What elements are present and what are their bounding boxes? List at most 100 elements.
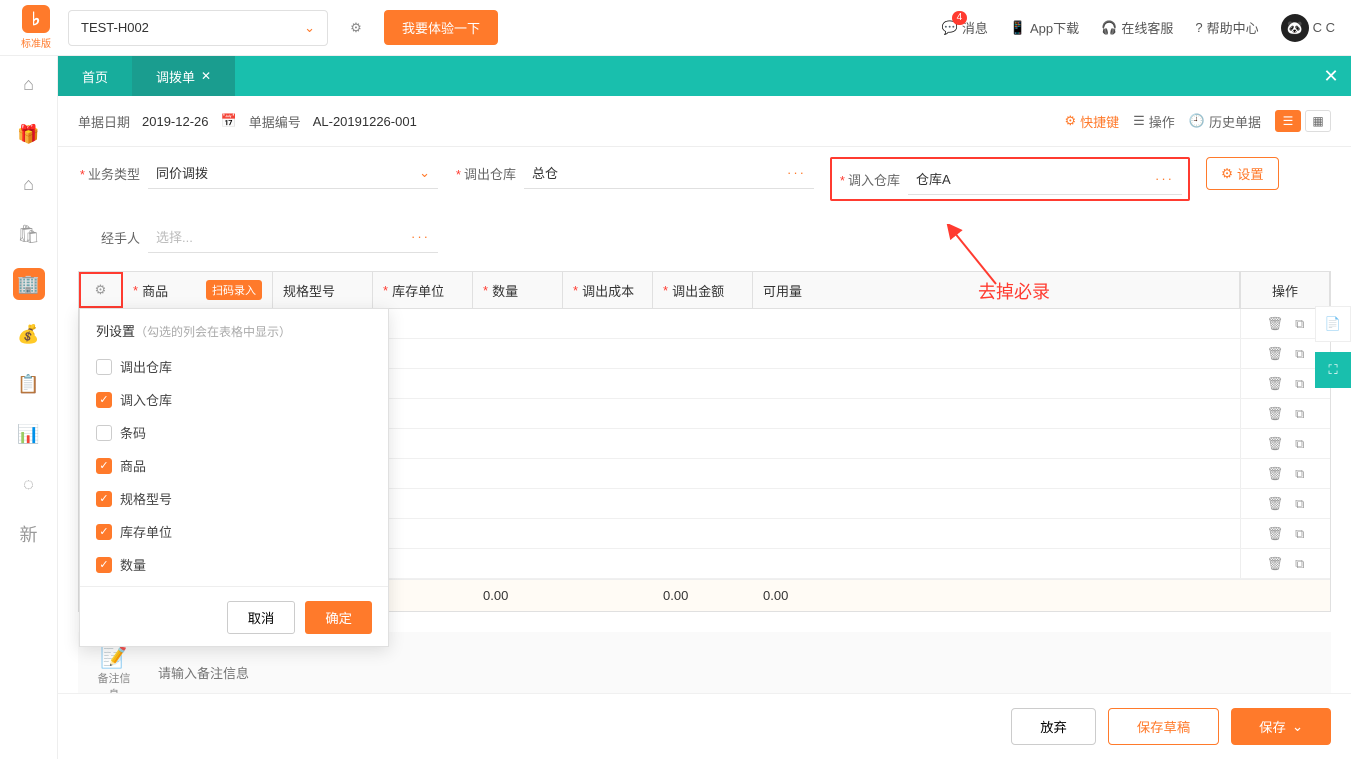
column-settings-popover: 列设置（勾选的列会在表格中显示） 调出仓库✓调入仓库条码✓商品✓规格型号✓库存单… xyxy=(79,308,389,647)
view-list-icon[interactable]: ☰ xyxy=(1275,110,1301,132)
note-icon: 📝 xyxy=(94,644,134,670)
tenant-select[interactable]: TEST-H002 ⌄ xyxy=(68,10,328,46)
sidebar-finance-icon[interactable]: 💰 xyxy=(13,318,45,350)
form-row-1: 业务类型 同价调拨 ⌄ 调出仓库 总仓 ··· 调入仓库 仓库A ··· xyxy=(58,147,1351,211)
help-center[interactable]: ? 帮助中心 xyxy=(1195,18,1258,37)
sidebar-bag-icon[interactable]: 🛍 xyxy=(13,218,45,250)
delete-icon[interactable]: 🗑 xyxy=(1267,346,1284,362)
sidebar-clipboard-icon[interactable]: 📋 xyxy=(13,368,45,400)
field-settings-button[interactable]: ⚙设置 xyxy=(1206,157,1279,190)
delete-icon[interactable]: 🗑 xyxy=(1267,406,1284,422)
form-row-2: 经手人 选择... ··· xyxy=(58,211,1351,263)
copy-icon[interactable]: ⧉ xyxy=(1295,526,1304,542)
history-button[interactable]: 🕘历史单据 xyxy=(1189,112,1261,131)
copy-icon[interactable]: ⧉ xyxy=(1295,406,1304,422)
column-option[interactable]: ✓库存单位 xyxy=(96,515,372,548)
popover-ok-button[interactable]: 确定 xyxy=(305,601,372,634)
column-option[interactable]: ✓规格型号 xyxy=(96,482,372,515)
copy-icon[interactable]: ⧉ xyxy=(1295,436,1304,452)
column-option[interactable]: 条码 xyxy=(96,416,372,449)
copy-icon[interactable]: ⧉ xyxy=(1295,376,1304,392)
sidebar-home-icon[interactable]: ⌂ xyxy=(13,68,45,100)
col-out-cost: *调出成本 xyxy=(563,272,653,308)
column-settings-button[interactable]: ⚙ xyxy=(79,272,123,308)
tab-transfer[interactable]: 调拨单 ✕ xyxy=(132,56,235,96)
tenant-name: TEST-H002 xyxy=(81,20,149,35)
sidebar-shop-icon[interactable]: ⌂ xyxy=(13,168,45,200)
help-icon: ? xyxy=(1195,20,1202,35)
total-qty: 0.00 xyxy=(473,580,563,611)
col-unit: *库存单位 xyxy=(373,272,473,308)
delete-icon[interactable]: 🗑 xyxy=(1267,376,1284,392)
sidebar-gift-icon[interactable]: 🎁 xyxy=(13,118,45,150)
avatar: 🐼 xyxy=(1281,14,1309,42)
handler-select[interactable]: 选择... ··· xyxy=(148,221,438,253)
total-amount: 0.00 xyxy=(653,580,753,611)
popover-cancel-button[interactable]: 取消 xyxy=(227,601,296,634)
checkbox-icon: ✓ xyxy=(96,491,112,507)
gear-icon: ⚙ xyxy=(1221,166,1233,182)
delete-icon[interactable]: 🗑 xyxy=(1267,436,1284,452)
in-warehouse-select[interactable]: 仓库A ··· xyxy=(908,163,1182,195)
more-icon[interactable]: ··· xyxy=(411,229,430,244)
checkbox-icon xyxy=(96,359,112,375)
remark-input[interactable] xyxy=(150,658,1315,689)
logo: ♭ 标准版 xyxy=(16,5,56,50)
footer-actions: 放弃 保存草稿 保存⌄ xyxy=(58,693,1351,759)
copy-icon[interactable]: ⧉ xyxy=(1295,496,1304,512)
tab-close-icon[interactable]: ✕ xyxy=(201,69,211,83)
delete-icon[interactable]: 🗑 xyxy=(1267,526,1284,542)
messages-button[interactable]: 💬 消息 4 xyxy=(942,18,988,37)
app-download[interactable]: 📱 App下载 xyxy=(1010,18,1079,37)
calendar-icon[interactable]: 📅 xyxy=(221,113,237,129)
col-spec: 规格型号 xyxy=(273,272,373,308)
doc-actions: ⚙快捷键 ☰操作 🕘历史单据 ☰ ▦ xyxy=(1064,110,1331,132)
more-icon[interactable]: ··· xyxy=(787,165,806,180)
delete-icon[interactable]: 🗑 xyxy=(1267,496,1284,512)
sidebar-report-icon[interactable]: 📊 xyxy=(13,418,45,450)
delete-icon[interactable]: 🗑 xyxy=(1267,466,1284,482)
column-option[interactable]: ✓数量 xyxy=(96,548,372,580)
delete-icon[interactable]: 🗑 xyxy=(1267,556,1284,572)
side-note-icon[interactable]: 📄 xyxy=(1315,306,1351,342)
total-available: 0.00 xyxy=(753,580,1240,611)
column-option[interactable]: ✓调入仓库 xyxy=(96,383,372,416)
copy-icon[interactable]: ⧉ xyxy=(1295,346,1304,362)
scan-badge[interactable]: 扫码录入 xyxy=(206,280,262,300)
delete-icon[interactable]: 🗑 xyxy=(1267,316,1284,332)
sidebar-loading-icon[interactable]: ◌ xyxy=(13,468,45,500)
handler-label: 经手人 xyxy=(78,228,148,247)
save-button[interactable]: 保存⌄ xyxy=(1231,708,1331,745)
tab-home[interactable]: 首页 xyxy=(58,56,132,96)
more-icon[interactable]: ··· xyxy=(1155,171,1174,186)
column-option[interactable]: ✓商品 xyxy=(96,449,372,482)
col-operation: 操作 xyxy=(1240,272,1330,308)
doc-number: AL-20191226-001 xyxy=(313,114,417,129)
fullscreen-icon[interactable]: ⛶ xyxy=(1315,352,1351,388)
operate-button[interactable]: ☰操作 xyxy=(1133,112,1175,131)
sidebar-warehouse-icon[interactable]: 🏢 xyxy=(13,268,45,300)
chevron-down-icon: ⌄ xyxy=(304,20,315,36)
out-warehouse-select[interactable]: 总仓 ··· xyxy=(524,157,814,189)
discard-button[interactable]: 放弃 xyxy=(1011,708,1096,745)
column-option[interactable]: 调出仓库 xyxy=(96,350,372,383)
doc-date[interactable]: 2019-12-26 xyxy=(142,114,209,129)
online-support[interactable]: 🎧 在线客服 xyxy=(1101,18,1173,37)
gear-icon: ⚙ xyxy=(1064,113,1076,129)
shortcut-button[interactable]: ⚙快捷键 xyxy=(1064,112,1119,131)
biz-type-select[interactable]: 同价调拨 ⌄ xyxy=(148,157,438,189)
save-draft-button[interactable]: 保存草稿 xyxy=(1108,708,1219,745)
popover-list[interactable]: 调出仓库✓调入仓库条码✓商品✓规格型号✓库存单位✓数量单位2 xyxy=(80,350,388,580)
user-name: C C xyxy=(1313,20,1335,35)
menu-icon: ☰ xyxy=(1133,113,1145,129)
sidebar-new-icon[interactable]: 新 xyxy=(13,518,45,550)
copy-icon[interactable]: ⧉ xyxy=(1295,556,1304,572)
tabs-close-all[interactable]: ✕ xyxy=(1311,56,1351,96)
user-menu[interactable]: 🐼 C C xyxy=(1281,14,1335,42)
top-settings-icon[interactable]: ⚙ xyxy=(340,12,372,44)
copy-icon[interactable]: ⧉ xyxy=(1295,316,1304,332)
view-grid-icon[interactable]: ▦ xyxy=(1305,110,1331,132)
col-qty: *数量 xyxy=(473,272,563,308)
trial-button[interactable]: 我要体验一下 xyxy=(384,10,498,45)
copy-icon[interactable]: ⧉ xyxy=(1295,466,1304,482)
